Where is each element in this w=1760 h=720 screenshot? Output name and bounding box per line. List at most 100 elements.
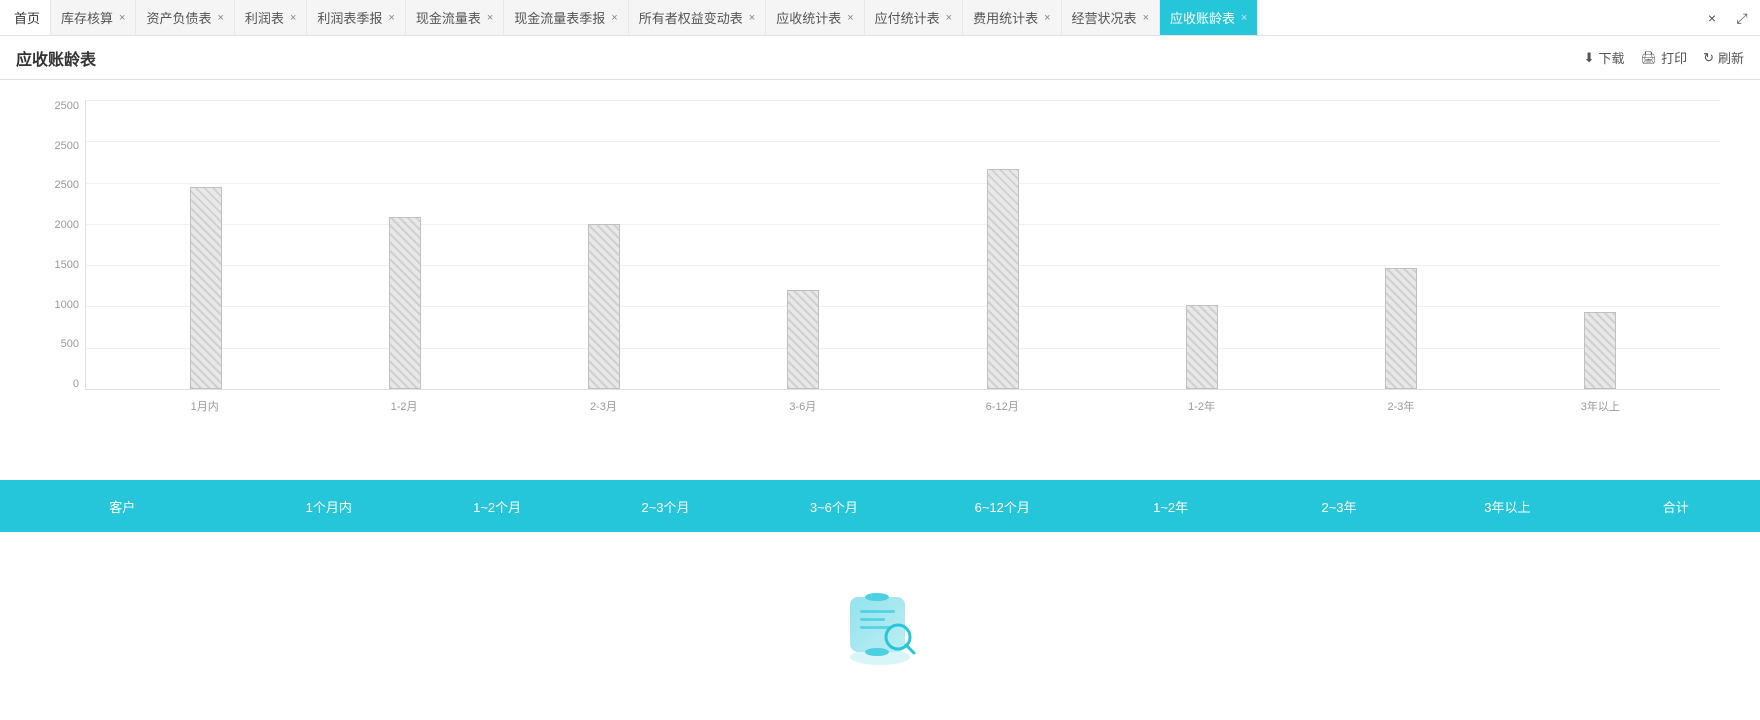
bar-group [1501, 312, 1700, 389]
tab-label: 利润表 [245, 8, 284, 27]
x-axis-label: 1月内 [105, 398, 304, 414]
tab-profit-quarterly[interactable]: 利润表季报 × [307, 0, 405, 36]
table-header-cell: 合计 [1592, 497, 1760, 516]
tab-operation-stat[interactable]: 经营状况表 × [1062, 0, 1160, 36]
empty-state-icon [830, 572, 930, 672]
chart-plot [85, 100, 1720, 390]
tab-label: 资产负债表 [146, 8, 211, 27]
x-axis-label: 3年以上 [1501, 398, 1700, 414]
table-header-cell: 3年以上 [1423, 497, 1591, 516]
tab-home[interactable]: 首页 [4, 0, 51, 36]
chart-bar[interactable] [588, 224, 620, 389]
chart-bar[interactable] [1186, 305, 1218, 389]
table-header-cell: 1~2年 [1086, 497, 1254, 516]
chart-bar[interactable] [190, 187, 222, 389]
table-header-cell: 1个月内 [245, 497, 413, 516]
tab-label: 所有者权益变动表 [639, 8, 743, 27]
y-axis-label: 2000 [55, 219, 79, 231]
tab-label: 费用统计表 [973, 8, 1038, 27]
y-axis-label: 2500 [55, 179, 79, 191]
bar-group [903, 169, 1102, 389]
tab-profit[interactable]: 利润表 × [235, 0, 307, 36]
tab-cashflow[interactable]: 现金流量表× [406, 0, 504, 36]
table-header-cell: 3~6个月 [750, 497, 918, 516]
empty-state [0, 532, 1760, 712]
x-axis-label: 1-2年 [1102, 398, 1301, 414]
table-header: 客户1个月内1~2个月2~3个月3~6个月6~12个月1~2年2~3年3年以上合… [0, 480, 1760, 532]
tab-close-btn[interactable]: × [946, 12, 952, 24]
chart-area: 2500 2500 2500 2000 1500 1000 500 0 1月内1-2月2-3月… [0, 80, 1760, 480]
page-title: 应收账龄表 [16, 46, 96, 70]
chart-bar[interactable] [787, 290, 819, 389]
table-header-cell: 6~12个月 [918, 497, 1086, 516]
tab-cashflow-quarterly[interactable]: 现金流量表季报 × [504, 0, 628, 36]
tab-close-btn[interactable]: × [388, 12, 394, 24]
tab-label: 库存核算 [61, 8, 113, 27]
tab-close-btn[interactable]: × [1044, 12, 1050, 24]
tab-label: 应付统计表 [875, 8, 940, 27]
download-button[interactable]: ⬇ 下载 [1584, 48, 1625, 67]
table-header-cell: 2~3个月 [581, 497, 749, 516]
tab-label: 现金流量表季报 [514, 8, 605, 27]
y-axis: 2500 2500 2500 2000 1500 1000 500 0 [40, 100, 85, 390]
bar-group [505, 224, 704, 389]
tab-close-btn[interactable]: × [290, 12, 296, 24]
table-header-cell: 客户 [0, 497, 245, 516]
download-icon: ⬇ [1584, 50, 1595, 66]
close-window-button[interactable]: × [1698, 4, 1726, 32]
table-header-cell: 1~2个月 [413, 497, 581, 516]
print-button[interactable]: 🖨 打印 [1641, 48, 1688, 67]
tab-equity-change[interactable]: 所有者权益变动表 × [629, 0, 766, 36]
x-axis-label: 3-6月 [703, 398, 902, 414]
tab-label: 首页 [14, 8, 40, 27]
bar-group [106, 187, 305, 389]
y-axis-label: 1000 [55, 299, 79, 311]
y-axis-label: 1500 [55, 259, 79, 271]
tab-close-btn[interactable]: × [217, 12, 223, 24]
x-axis: 1月内1-2月2-3月3-6月6-12月1-2年2-3年3年以上 [85, 392, 1720, 420]
tab-ar-stat[interactable]: 应收统计表 × [766, 0, 864, 36]
chart-bar[interactable] [1385, 268, 1417, 389]
tab-expense-stat[interactable]: 费用统计表 × [963, 0, 1061, 36]
chart-bar[interactable] [389, 217, 421, 389]
chart-container: 2500 2500 2500 2000 1500 1000 500 0 1月内1-2月2-3月… [40, 100, 1720, 420]
tab-close-btn[interactable]: × [1241, 12, 1247, 24]
tab-close-btn[interactable]: × [749, 12, 755, 24]
refresh-icon: ↻ [1703, 50, 1714, 66]
tab-close-btn[interactable]: × [611, 12, 617, 24]
bars-area [86, 100, 1720, 389]
y-axis-label: 500 [61, 338, 79, 350]
y-axis-label: 0 [73, 378, 79, 390]
tab-inventory[interactable]: 库存核算 × [51, 0, 136, 36]
main-content: 2500 2500 2500 2000 1500 1000 500 0 1月内1-2月2-3月… [0, 80, 1760, 720]
maximize-window-button[interactable]: ⤢ [1728, 4, 1756, 32]
x-axis-label: 2-3月 [504, 398, 703, 414]
tab-ap-stat[interactable]: 应付统计表 × [865, 0, 963, 36]
bar-group [305, 217, 504, 389]
tab-bar: 首页库存核算×资产负债表×利润表×利润表季报×现金流量表×现金流量表季报×所有者… [0, 0, 1760, 36]
header-actions: ⬇ 下载 🖨 打印 ↻ 刷新 [1584, 48, 1744, 67]
tab-close-btn[interactable]: × [487, 12, 493, 24]
x-axis-label: 6-12月 [903, 398, 1102, 414]
tab-balance-sheet[interactable]: 资产负债表 × [136, 0, 234, 36]
page-header: 应收账龄表 ⬇ 下载 🖨 打印 ↻ 刷新 [0, 36, 1760, 80]
tab-label: 应收账龄表 [1170, 8, 1235, 27]
y-axis-label: 2500 [55, 140, 79, 152]
chart-bar[interactable] [987, 169, 1019, 389]
tab-label: 应收统计表 [776, 8, 841, 27]
bar-group [1102, 305, 1301, 389]
tab-close-btn[interactable]: × [119, 12, 125, 24]
tab-label: 经营状况表 [1072, 8, 1137, 27]
refresh-button[interactable]: ↻ 刷新 [1703, 48, 1744, 67]
tab-ar-aging[interactable]: 应收账龄表 × [1160, 0, 1258, 36]
x-axis-label: 1-2月 [304, 398, 503, 414]
y-axis-label: 2500 [55, 100, 79, 112]
x-axis-label: 2-3年 [1301, 398, 1500, 414]
tab-close-btn[interactable]: × [847, 12, 853, 24]
bar-group [704, 290, 903, 389]
table-header-cell: 2~3年 [1255, 497, 1423, 516]
window-controls: × ⤢ [1698, 0, 1760, 36]
tab-label: 利润表季报 [317, 8, 382, 27]
chart-bar[interactable] [1584, 312, 1616, 389]
tab-close-btn[interactable]: × [1143, 12, 1149, 24]
